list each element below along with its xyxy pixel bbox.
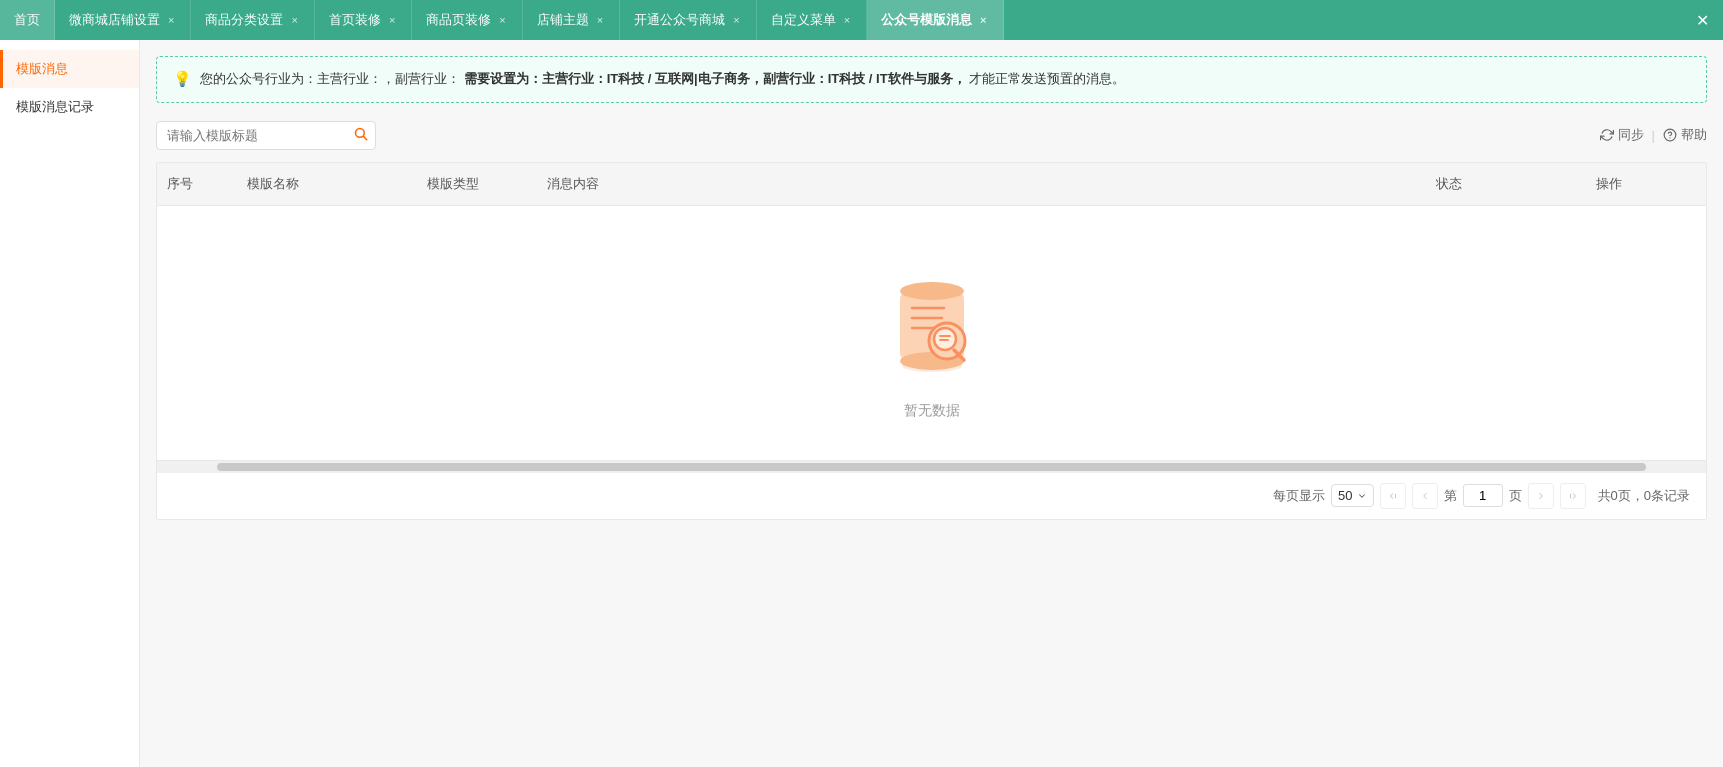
- search-bar: 同步 | 帮助: [156, 121, 1707, 150]
- content-area: 💡 您的公众号行业为：主营行业：，副营行业： 需要设置为：主营行业：IT科技 /…: [140, 40, 1723, 767]
- tab-homepage-decor[interactable]: 首页装修 ×: [315, 0, 412, 40]
- help-button[interactable]: 帮助: [1663, 126, 1707, 144]
- empty-icon: [872, 266, 992, 386]
- search-input-wrap: [156, 121, 376, 150]
- notice-box: 💡 您的公众号行业为：主营行业：，副营行业： 需要设置为：主营行业：IT科技 /…: [156, 56, 1707, 103]
- first-page-icon: [1388, 491, 1398, 501]
- table-header: 序号 模版名称 模版类型 消息内容 状态 操作: [157, 163, 1706, 206]
- total-text: 共0页，0条记录: [1598, 487, 1690, 505]
- last-page-button[interactable]: [1560, 483, 1586, 509]
- close-tab-template-msg[interactable]: ×: [978, 14, 988, 26]
- notice-icon: 💡: [173, 70, 192, 88]
- search-right: 同步 | 帮助: [1600, 126, 1707, 144]
- page-label: 第: [1444, 487, 1457, 505]
- svg-point-12: [934, 328, 956, 350]
- last-page-icon: [1568, 491, 1578, 501]
- svg-line-1: [363, 137, 366, 140]
- prev-page-icon: [1420, 491, 1430, 501]
- col-content: 消息内容: [537, 163, 1426, 205]
- close-tab-category-settings[interactable]: ×: [289, 14, 299, 26]
- close-tab-product-decor[interactable]: ×: [497, 14, 507, 26]
- scrollbar-thumb[interactable]: [217, 463, 1646, 471]
- close-tab-shop-theme[interactable]: ×: [595, 14, 605, 26]
- empty-state: 暂无数据: [157, 206, 1706, 460]
- next-page-icon: [1536, 491, 1546, 501]
- close-tab-wshop-settings[interactable]: ×: [166, 14, 176, 26]
- per-page-value: 50: [1338, 488, 1352, 503]
- tab-wshop-settings[interactable]: 微商城店铺设置 ×: [55, 0, 191, 40]
- close-all-tabs[interactable]: ✕: [1682, 11, 1723, 30]
- prev-page-button[interactable]: [1412, 483, 1438, 509]
- close-tab-custom-menu[interactable]: ×: [842, 14, 852, 26]
- svg-point-6: [900, 282, 964, 300]
- search-input[interactable]: [156, 121, 376, 150]
- tab-open-mall[interactable]: 开通公众号商城 ×: [620, 0, 756, 40]
- per-page-label: 每页显示: [1273, 487, 1325, 505]
- col-status: 状态: [1426, 163, 1586, 205]
- search-button[interactable]: [353, 126, 368, 144]
- tab-product-decor[interactable]: 商品页装修 ×: [412, 0, 522, 40]
- tab-custom-menu[interactable]: 自定义菜单 ×: [757, 0, 867, 40]
- page-input[interactable]: [1463, 484, 1503, 507]
- search-left: [156, 121, 376, 150]
- empty-text: 暂无数据: [904, 402, 960, 420]
- close-tab-homepage-decor[interactable]: ×: [387, 14, 397, 26]
- next-page-button[interactable]: [1528, 483, 1554, 509]
- col-type: 模版类型: [417, 163, 537, 205]
- first-page-button[interactable]: [1380, 483, 1406, 509]
- horizontal-scrollbar[interactable]: [157, 460, 1706, 472]
- col-name: 模版名称: [237, 163, 417, 205]
- sidebar-item-template-msg[interactable]: 模版消息: [0, 50, 139, 88]
- main-layout: 模版消息 模版消息记录 💡 您的公众号行业为：主营行业：，副营行业： 需要设置为…: [0, 40, 1723, 767]
- tab-home[interactable]: 首页: [0, 0, 55, 40]
- sidebar-item-template-records[interactable]: 模版消息记录: [0, 88, 139, 126]
- tab-bar: 首页 微商城店铺设置 × 商品分类设置 × 首页装修 × 商品页装修 × 店铺主…: [0, 0, 1723, 40]
- tab-shop-theme[interactable]: 店铺主题 ×: [523, 0, 620, 40]
- tab-category-settings[interactable]: 商品分类设置 ×: [191, 0, 314, 40]
- sync-button[interactable]: 同步: [1600, 126, 1644, 144]
- col-seq: 序号: [157, 163, 237, 205]
- tab-template-msg[interactable]: 公众号模版消息 ×: [867, 0, 1003, 40]
- data-table: 序号 模版名称 模版类型 消息内容 状态 操作: [156, 162, 1707, 520]
- close-tab-open-mall[interactable]: ×: [731, 14, 741, 26]
- col-action: 操作: [1586, 163, 1706, 205]
- sidebar: 模版消息 模版消息记录: [0, 40, 140, 767]
- page-unit: 页: [1509, 487, 1522, 505]
- per-page-select[interactable]: 50: [1331, 484, 1373, 507]
- chevron-down-icon: [1357, 491, 1367, 501]
- pagination: 每页显示 50 第: [157, 472, 1706, 519]
